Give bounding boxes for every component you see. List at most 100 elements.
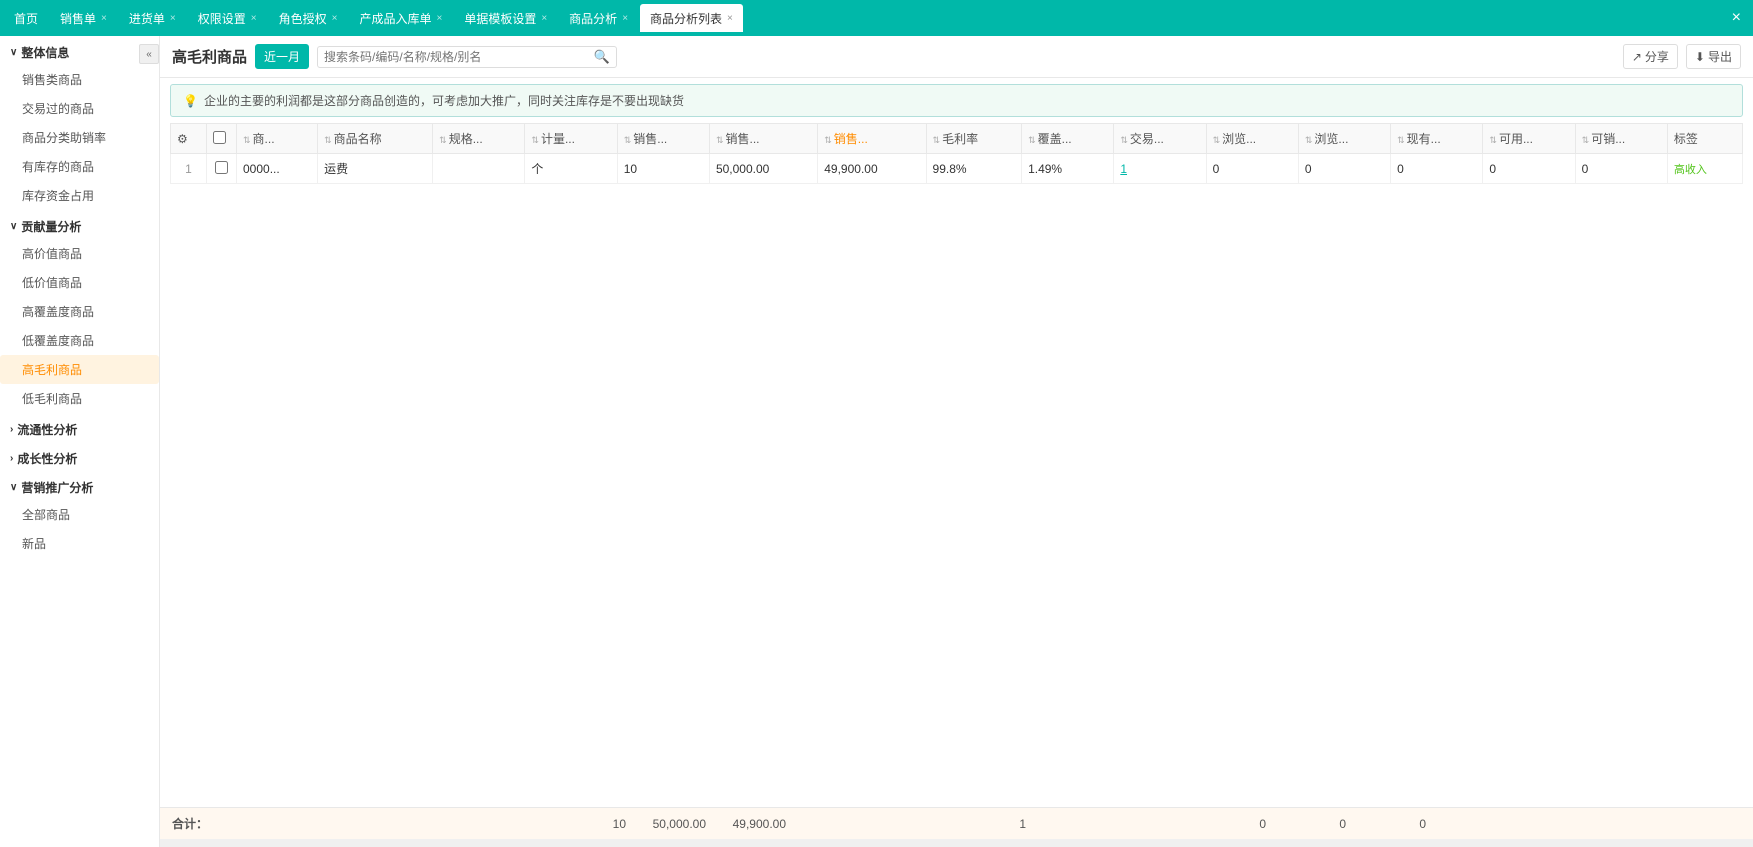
close-icon[interactable]: × bbox=[622, 13, 628, 24]
sidebar-group-contribution[interactable]: ∨ 贡献量分析 bbox=[0, 210, 159, 239]
close-icon[interactable]: × bbox=[332, 13, 338, 24]
sidebar-item-high-value[interactable]: 高价值商品 bbox=[0, 239, 159, 268]
footer-cell-trade: 1 bbox=[952, 817, 1032, 831]
close-icon[interactable]: × bbox=[727, 13, 733, 24]
close-icon[interactable]: × bbox=[436, 13, 442, 24]
export-icon: ⬇ bbox=[1695, 50, 1705, 64]
col-settings[interactable]: ⚙ bbox=[171, 124, 207, 154]
search-wrap: 🔍 bbox=[317, 46, 617, 68]
sidebar-item-high-coverage[interactable]: 高覆盖度商品 bbox=[0, 297, 159, 326]
chevron-right-icon: › bbox=[10, 424, 13, 435]
footer-cell-avail1: 0 bbox=[1192, 817, 1272, 831]
col-unit[interactable]: ⇅计量... bbox=[525, 124, 617, 154]
data-table-wrap: ⚙ ⇅商... ⇅商品名称 ⇅规格... ⇅计量... ⇅销售... ⇅销售..… bbox=[170, 123, 1743, 801]
col-browse2[interactable]: ⇅浏览... bbox=[1298, 124, 1390, 154]
col-browse1[interactable]: ⇅浏览... bbox=[1206, 124, 1298, 154]
sidebar: « ∨ 整体信息 销售类商品 交易过的商品 商品分类助销率 有库存的商品 库存资… bbox=[0, 36, 160, 847]
col-sales-qty[interactable]: ⇅销售... bbox=[617, 124, 709, 154]
col-spec[interactable]: ⇅规格... bbox=[433, 124, 525, 154]
content-area: 高毛利商品 近一月 🔍 ↗ 分享 ⬇ 导出 💡 企业的主要的利润都是这部分商品创… bbox=[160, 36, 1753, 847]
export-button[interactable]: ⬇ 导出 bbox=[1686, 44, 1741, 69]
tag-label: 高收入 bbox=[1674, 164, 1707, 176]
sidebar-group-flow[interactable]: › 流通性分析 bbox=[0, 413, 159, 442]
close-icon[interactable]: × bbox=[170, 13, 176, 24]
page-title: 高毛利商品 bbox=[172, 46, 247, 67]
col-check bbox=[207, 124, 237, 154]
cell-code: 0000... bbox=[237, 154, 318, 184]
nav-tab-analysis[interactable]: 商品分析 × bbox=[559, 4, 638, 32]
footer-cell-sales-amt: 50,000.00 bbox=[632, 817, 712, 831]
sidebar-item-new-goods[interactable]: 新品 bbox=[0, 529, 159, 558]
header-actions: ↗ 分享 ⬇ 导出 bbox=[1623, 44, 1741, 69]
close-icon[interactable]: × bbox=[251, 13, 257, 24]
cell-available1: 0 bbox=[1391, 154, 1483, 184]
nav-tab-analysis-list[interactable]: 商品分析列表 × bbox=[640, 4, 743, 32]
search-input[interactable] bbox=[324, 50, 594, 64]
sidebar-item-sales-goods[interactable]: 销售类商品 bbox=[0, 65, 159, 94]
sidebar-item-stock-capital[interactable]: 库存资金占用 bbox=[0, 181, 159, 210]
sidebar-item-traded-goods[interactable]: 交易过的商品 bbox=[0, 94, 159, 123]
nav-tab-product-in[interactable]: 产成品入库单 × bbox=[349, 4, 452, 32]
col-code[interactable]: ⇅商... bbox=[237, 124, 318, 154]
cell-trade: 1 bbox=[1114, 154, 1206, 184]
chevron-right-icon: › bbox=[10, 453, 13, 464]
close-icon[interactable]: × bbox=[541, 13, 547, 24]
cell-sales-profit: 49,900.00 bbox=[818, 154, 926, 184]
close-icon[interactable]: × bbox=[101, 13, 107, 24]
trade-link[interactable]: 1 bbox=[1120, 162, 1127, 176]
col-coverage[interactable]: ⇅覆盖... bbox=[1022, 124, 1114, 154]
nav-tab-template[interactable]: 单据模板设置 × bbox=[454, 4, 557, 32]
filter-recent-month-button[interactable]: 近一月 bbox=[255, 44, 309, 69]
row-checkbox[interactable] bbox=[215, 161, 228, 174]
col-available1[interactable]: ⇅现有... bbox=[1391, 124, 1483, 154]
sidebar-item-low-margin[interactable]: 低毛利商品 bbox=[0, 384, 159, 413]
cell-sales-qty: 10 bbox=[617, 154, 709, 184]
cell-name: 运费 bbox=[318, 154, 433, 184]
sidebar-item-category-rate[interactable]: 商品分类助销率 bbox=[0, 123, 159, 152]
content-header: 高毛利商品 近一月 🔍 ↗ 分享 ⬇ 导出 bbox=[160, 36, 1753, 78]
row-checkbox-cell bbox=[207, 154, 237, 184]
col-name[interactable]: ⇅商品名称 bbox=[318, 124, 433, 154]
nav-tab-role[interactable]: 角色授权 × bbox=[269, 4, 348, 32]
cell-tag: 高收入 bbox=[1667, 154, 1742, 184]
cell-browse1: 0 bbox=[1206, 154, 1298, 184]
col-tag: 标签 bbox=[1667, 124, 1742, 154]
sidebar-group-marketing[interactable]: ∨ 营销推广分析 bbox=[0, 471, 159, 500]
nav-tab-permission[interactable]: 权限设置 × bbox=[188, 4, 267, 32]
sidebar-collapse-button[interactable]: « bbox=[139, 44, 159, 64]
col-sellable[interactable]: ⇅可销... bbox=[1575, 124, 1667, 154]
close-all-button[interactable]: × bbox=[1724, 9, 1749, 27]
cell-sellable: 0 bbox=[1575, 154, 1667, 184]
nav-tab-sales[interactable]: 销售单 × bbox=[50, 4, 117, 32]
horizontal-scrollbar[interactable] bbox=[160, 839, 1753, 847]
col-sales-amt[interactable]: ⇅销售... bbox=[709, 124, 817, 154]
sidebar-item-low-coverage[interactable]: 低覆盖度商品 bbox=[0, 326, 159, 355]
footer-cell-profit: 49,900.00 bbox=[712, 817, 792, 831]
info-banner: 💡 企业的主要的利润都是这部分商品创造的，可考虑加大推广，同时关注库存是不要出现… bbox=[170, 84, 1743, 117]
cell-sales-amt: 50,000.00 bbox=[709, 154, 817, 184]
sidebar-group-overall[interactable]: ∨ 整体信息 bbox=[0, 36, 159, 65]
sidebar-item-instock-goods[interactable]: 有库存的商品 bbox=[0, 152, 159, 181]
nav-tab-purchase[interactable]: 进货单 × bbox=[119, 4, 186, 32]
select-all-checkbox[interactable] bbox=[213, 131, 226, 144]
col-trade[interactable]: ⇅交易... bbox=[1114, 124, 1206, 154]
cell-coverage: 1.49% bbox=[1022, 154, 1114, 184]
footer-cell-avail2: 0 bbox=[1272, 817, 1352, 831]
footer-cell-sellable: 0 bbox=[1352, 817, 1432, 831]
sidebar-item-high-margin[interactable]: 高毛利商品 bbox=[0, 355, 159, 384]
share-button[interactable]: ↗ 分享 bbox=[1623, 44, 1678, 69]
sidebar-item-low-value[interactable]: 低价值商品 bbox=[0, 268, 159, 297]
col-sales-profit[interactable]: ⇅销售... bbox=[818, 124, 926, 154]
footer-label: 合计： bbox=[172, 815, 232, 832]
data-table: ⚙ ⇅商... ⇅商品名称 ⇅规格... ⇅计量... ⇅销售... ⇅销售..… bbox=[170, 123, 1743, 184]
sidebar-group-growth[interactable]: › 成长性分析 bbox=[0, 442, 159, 471]
chevron-down-icon: ∨ bbox=[10, 221, 17, 232]
col-gross-rate[interactable]: ⇅毛利率 bbox=[926, 124, 1022, 154]
cell-available2: 0 bbox=[1483, 154, 1575, 184]
col-available2[interactable]: ⇅可用... bbox=[1483, 124, 1575, 154]
nav-tab-home[interactable]: 首页 bbox=[4, 4, 48, 32]
sidebar-item-all-goods[interactable]: 全部商品 bbox=[0, 500, 159, 529]
cell-gross-rate: 99.8% bbox=[926, 154, 1022, 184]
top-nav: 首页 销售单 × 进货单 × 权限设置 × 角色授权 × 产成品入库单 × 单据… bbox=[0, 0, 1753, 36]
cell-unit: 个 bbox=[525, 154, 617, 184]
